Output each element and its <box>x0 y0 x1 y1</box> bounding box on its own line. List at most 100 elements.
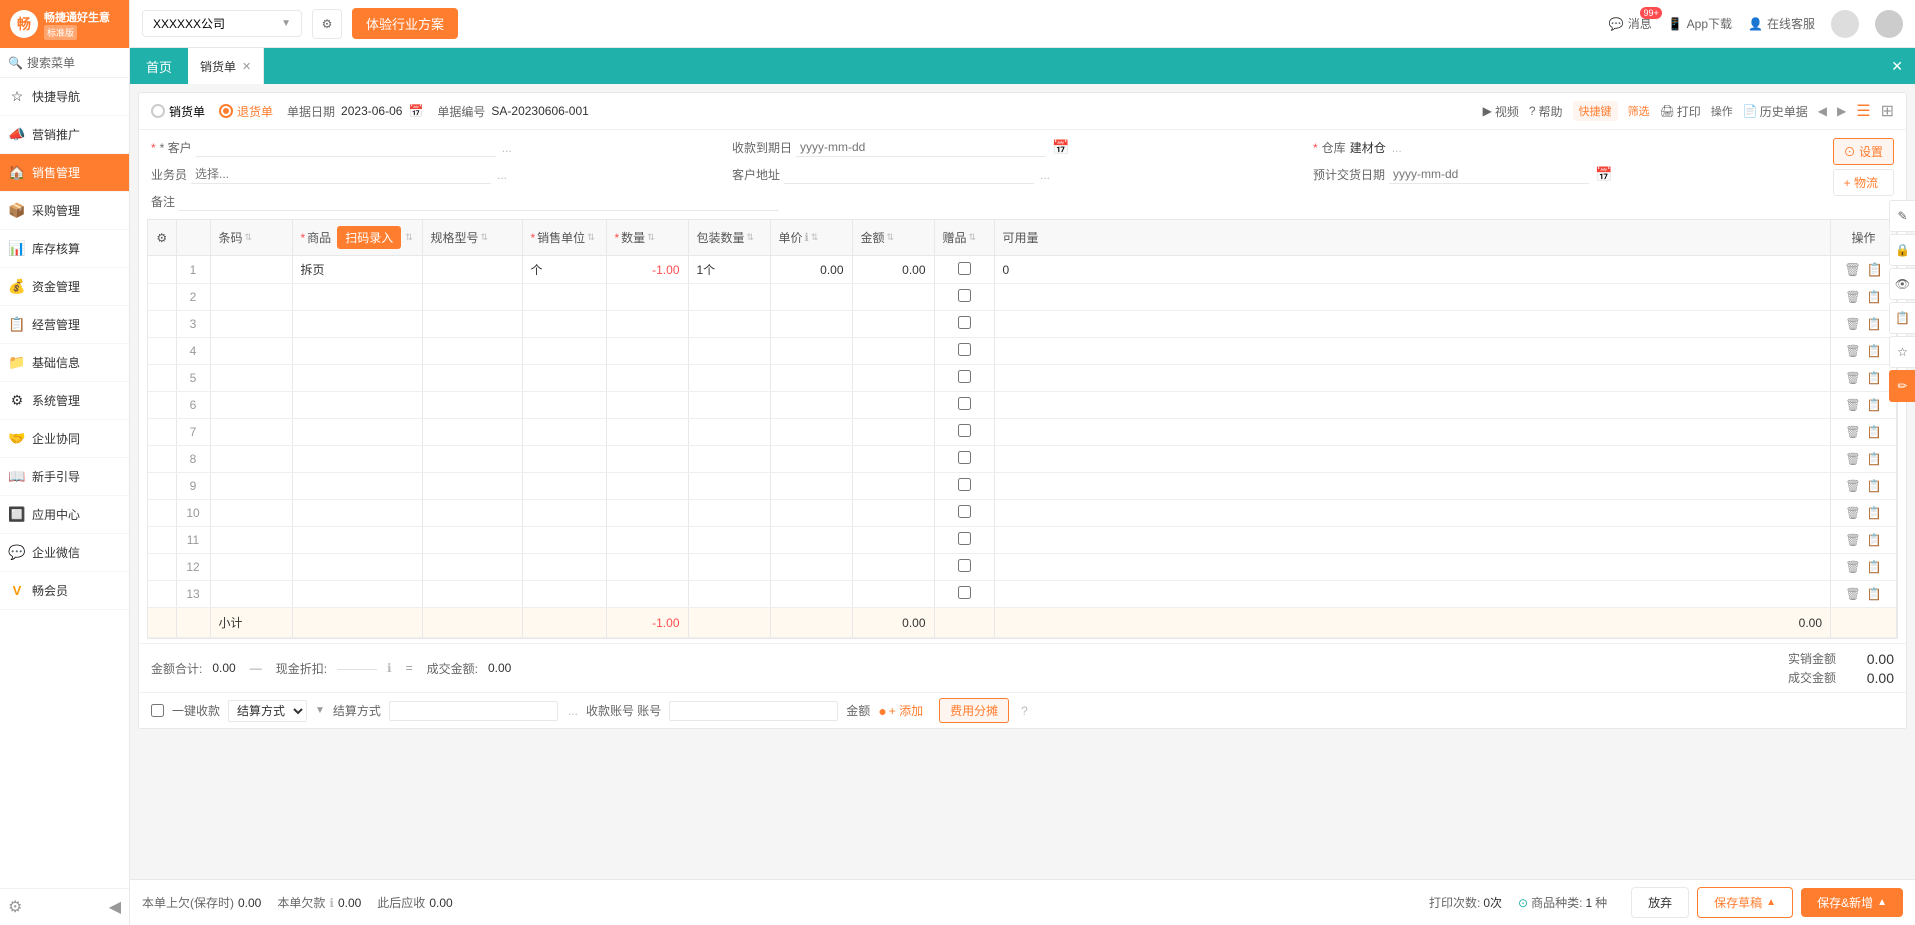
settings-button[interactable]: ⊙ 设置 <box>1833 138 1894 165</box>
sidebar-search[interactable]: 🔍 搜索菜单 <box>0 48 129 78</box>
float-btn-5[interactable]: ☆ <box>1889 336 1915 368</box>
delete-icon[interactable]: 🗑 <box>1845 371 1860 385</box>
trial-button[interactable]: 体验行业方案 <box>352 8 458 39</box>
copy-icon[interactable]: 📋 <box>1867 344 1882 358</box>
delete-icon[interactable]: 🗑 <box>1845 290 1860 304</box>
save-draft-button[interactable]: 保存草稿 ▲ <box>1697 887 1793 918</box>
nav-next-icon[interactable]: ▶ <box>1837 104 1846 118</box>
td-am[interactable] <box>852 284 934 311</box>
td-q[interactable] <box>606 284 688 311</box>
td-unit-1[interactable]: 个 <box>522 256 606 284</box>
td-p[interactable] <box>292 284 422 311</box>
customer-input[interactable] <box>196 138 496 157</box>
td-price-1[interactable]: 0.00 <box>770 256 852 284</box>
sidebar-item-base[interactable]: 📁 基础信息 <box>0 344 129 382</box>
one-click-checkbox[interactable] <box>151 704 164 717</box>
history-btn[interactable]: 📄 历史单据 <box>1743 103 1808 120</box>
td-qty-1[interactable]: -1.00 <box>606 256 688 284</box>
delete-icon[interactable]: 🗑 <box>1845 425 1860 439</box>
expense-split-button[interactable]: 费用分摊 <box>939 698 1009 723</box>
sidebar-item-quick-nav[interactable]: ☆ 快捷导航 <box>0 78 129 116</box>
user-avatar-extra[interactable] <box>1875 10 1903 38</box>
th-amount-sort[interactable]: ⇅ <box>887 232 895 243</box>
user-avatar[interactable] <box>1831 10 1859 38</box>
td-sp[interactable] <box>422 284 522 311</box>
amount-input[interactable] <box>669 701 838 721</box>
td-gift-1[interactable] <box>934 256 994 284</box>
td-packqty-1[interactable]: 1个 <box>688 256 770 284</box>
receipt-date-calendar-icon[interactable]: 📅 <box>1052 139 1069 156</box>
debit-info-icon[interactable]: ℹ <box>329 896 334 910</box>
sidebar-item-member[interactable]: V 畅会员 <box>0 572 129 610</box>
app-download-button[interactable]: 📱 App下载 <box>1668 15 1732 32</box>
float-btn-4[interactable]: 📋 <box>1889 302 1915 334</box>
company-selector[interactable]: XXXXXX公司 ▼ <box>142 10 302 37</box>
copy-icon[interactable]: 📋 <box>1867 398 1882 412</box>
sidebar-item-sales[interactable]: 🏠 销售管理 <box>0 154 129 192</box>
sidebar-item-appcenter[interactable]: 🔲 应用中心 <box>0 496 129 534</box>
nav-prev-icon[interactable]: ◀ <box>1818 104 1827 118</box>
delete-icon[interactable]: 🗑 <box>1845 317 1860 331</box>
sidebar-item-inventory[interactable]: 📊 库存核算 <box>0 230 129 268</box>
operate-btn[interactable]: 操作 <box>1711 103 1733 119</box>
salesperson-input[interactable] <box>191 165 491 184</box>
sidebar-item-newguide[interactable]: 📖 新手引导 <box>0 458 129 496</box>
sidebar-settings-icon[interactable]: ⚙ <box>8 897 22 917</box>
warehouse-dots-btn[interactable]: ... <box>1392 141 1402 155</box>
topbar-settings-button[interactable]: ⚙ <box>312 9 342 39</box>
view-list-icon[interactable]: ☰ <box>1856 101 1870 121</box>
add-payment-button[interactable]: ● + 添加 <box>878 702 923 719</box>
account-dots-btn[interactable]: ... <box>568 704 578 718</box>
float-btn-3[interactable]: 👁 <box>1889 268 1915 300</box>
copy-icon[interactable]: 📋 <box>1867 506 1882 520</box>
logistics-button[interactable]: + 物流 <box>1833 169 1894 196</box>
td-barcode-1[interactable] <box>210 256 292 284</box>
th-barcode-sort[interactable]: ⇅ <box>245 232 253 243</box>
th-qty-sort[interactable]: ⇅ <box>647 232 655 243</box>
info-icon[interactable]: ℹ <box>387 661 392 675</box>
sidebar-item-wechat[interactable]: 💬 企业微信 <box>0 534 129 572</box>
expected-date-input[interactable] <box>1389 165 1589 184</box>
td-amount-1[interactable]: 0.00 <box>852 256 934 284</box>
tab-sales-order[interactable]: 销货单 ✕ <box>188 48 264 84</box>
scan-button[interactable]: 扫码录入 <box>337 226 401 249</box>
filter-btn[interactable]: 筛选 <box>1628 103 1650 119</box>
th-unit-sort[interactable]: ⇅ <box>587 232 595 243</box>
td-g[interactable] <box>934 284 994 311</box>
radio-sales-order[interactable]: 销货单 <box>151 103 205 120</box>
print-btn[interactable]: 🖨 打印 <box>1660 103 1701 120</box>
td-spec-1[interactable] <box>422 256 522 284</box>
remark-input[interactable] <box>179 192 779 211</box>
td-b[interactable] <box>210 284 292 311</box>
delete-icon[interactable]: 🗑 <box>1845 533 1860 547</box>
th-product-sort[interactable]: ⇅ <box>405 232 413 243</box>
float-btn-1[interactable]: ✎ <box>1889 200 1915 232</box>
sidebar-item-operation[interactable]: 📋 经营管理 <box>0 306 129 344</box>
delete-icon[interactable]: 🗑 <box>1845 398 1860 412</box>
copy-icon[interactable]: 📋 <box>1867 533 1882 547</box>
td-product-1[interactable]: 拆页 <box>292 256 422 284</box>
payment-method-select[interactable]: 结算方式 <box>228 700 307 722</box>
copy-icon[interactable]: 📋 <box>1867 560 1882 574</box>
salesperson-dots-btn[interactable]: ... <box>497 168 507 182</box>
copy-icon[interactable]: 📋 <box>1867 425 1882 439</box>
sidebar-item-finance[interactable]: 💰 资金管理 <box>0 268 129 306</box>
delete-icon[interactable]: 🗑 <box>1845 587 1860 601</box>
delete-icon[interactable]: 🗑 <box>1845 452 1860 466</box>
help-btn[interactable]: ? 帮助 <box>1529 103 1563 120</box>
td-pr[interactable] <box>770 284 852 311</box>
copy-icon[interactable]: 📋 <box>1867 371 1882 385</box>
th-price-info-icon[interactable]: ℹ <box>805 231 809 244</box>
save-new-button[interactable]: 保存&新增 ▲ <box>1801 888 1903 917</box>
delete-icon[interactable]: 🗑 <box>1845 344 1860 358</box>
video-btn[interactable]: ▶ 视频 <box>1483 103 1519 120</box>
sidebar-item-system[interactable]: ⚙ 系统管理 <box>0 382 129 420</box>
td-pq[interactable] <box>688 284 770 311</box>
online-service-button[interactable]: 👤 在线客服 <box>1748 15 1815 32</box>
delete-icon[interactable]: 🗑 <box>1845 506 1860 520</box>
copy-icon[interactable]: 📋 <box>1867 452 1882 466</box>
float-btn-2[interactable]: 🔒 <box>1889 234 1915 266</box>
customer-dots-btn[interactable]: ... <box>502 141 512 155</box>
delete-icon[interactable]: 🗑 <box>1845 560 1860 574</box>
expected-date-calendar-icon[interactable]: 📅 <box>1595 166 1612 183</box>
